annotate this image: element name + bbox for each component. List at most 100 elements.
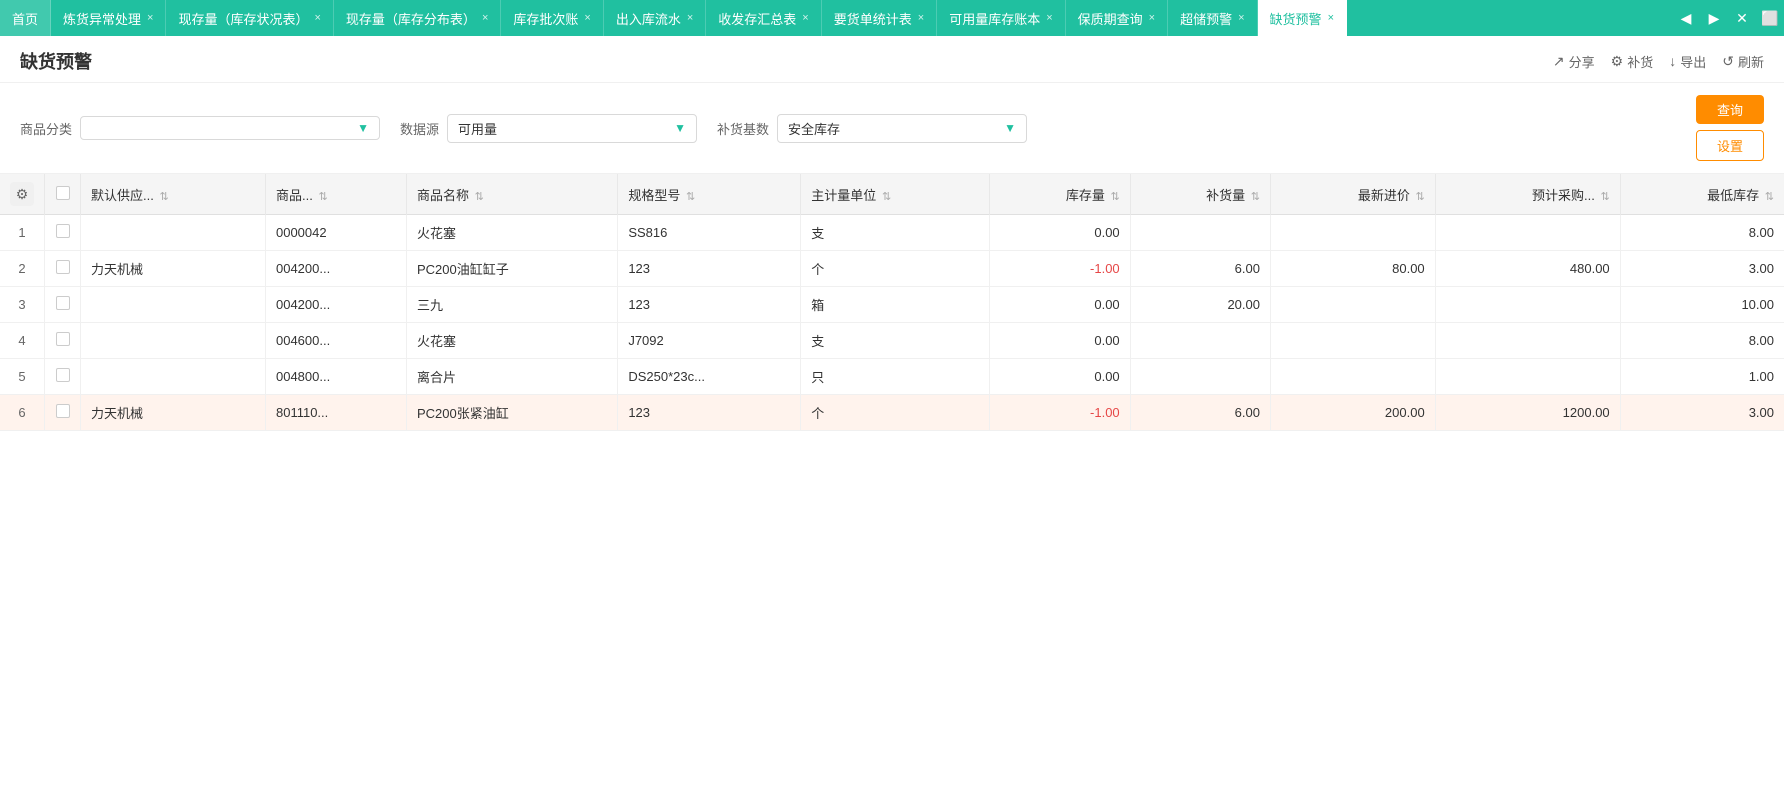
page-header: 缺货预警 ↗ 分享 ⚙ 补货 ↓ 导出 ↺ 刷新 bbox=[0, 36, 1784, 83]
row-replenish bbox=[1130, 323, 1270, 359]
setting-button[interactable]: 设置 bbox=[1696, 130, 1764, 161]
col-forecast-header[interactable]: 预计采购... ⇅ bbox=[1435, 174, 1620, 215]
tab-stock-status[interactable]: 现存量（库存状况表） × bbox=[166, 0, 333, 36]
row-goods-code: 004200... bbox=[265, 251, 406, 287]
row-unit: 箱 bbox=[801, 287, 990, 323]
goods-code-sort-icon: ⇅ bbox=[318, 191, 327, 203]
table-row: 5 004800... 离合片 DS250*23c... 只 0.00 1.00 bbox=[0, 359, 1784, 395]
row-replenish: 6.00 bbox=[1130, 395, 1270, 431]
filter-category-select[interactable]: ▼ bbox=[80, 116, 380, 140]
row-goods-code: 801110... bbox=[265, 395, 406, 431]
table-row: 6 力天机械 801110... PC200张紧油缸 123 个 -1.00 6… bbox=[0, 395, 1784, 431]
tab-exception-close[interactable]: × bbox=[147, 12, 153, 24]
tab-available[interactable]: 可用量库存账本 × bbox=[937, 0, 1065, 36]
row-latest-price bbox=[1270, 323, 1435, 359]
forecast-sort-icon: ⇅ bbox=[1600, 191, 1609, 203]
tab-home[interactable]: 首页 bbox=[0, 0, 51, 36]
tab-receive-send-close[interactable]: × bbox=[802, 12, 808, 24]
filter-replenish-base-label: 补货基数 bbox=[717, 119, 769, 138]
col-stock-header[interactable]: 库存量 ⇅ bbox=[990, 174, 1130, 215]
col-goods-code-header[interactable]: 商品... ⇅ bbox=[265, 174, 406, 215]
row-forecast-purchase bbox=[1435, 287, 1620, 323]
row-stock: 0.00 bbox=[990, 359, 1130, 395]
col-latest-price-header[interactable]: 最新进价 ⇅ bbox=[1270, 174, 1435, 215]
tab-exception[interactable]: 炼货异常处理 × bbox=[51, 0, 166, 36]
filter-category: 商品分类 ▼ bbox=[20, 116, 380, 140]
tab-overstock-close[interactable]: × bbox=[1238, 12, 1244, 24]
row-checkbox[interactable] bbox=[56, 332, 70, 346]
tab-maximize-btn[interactable]: ⬜ bbox=[1756, 0, 1784, 36]
row-replenish: 6.00 bbox=[1130, 251, 1270, 287]
col-min-stock-header[interactable]: 最低库存 ⇅ bbox=[1620, 174, 1784, 215]
col-replenish-header[interactable]: 补货量 ⇅ bbox=[1130, 174, 1270, 215]
row-min-stock: 3.00 bbox=[1620, 395, 1784, 431]
table-row: 4 004600... 火花塞 J7092 支 0.00 8.00 bbox=[0, 323, 1784, 359]
tab-inout[interactable]: 出入库流水 × bbox=[604, 0, 706, 36]
col-unit-header[interactable]: 主计量单位 ⇅ bbox=[801, 174, 990, 215]
share-icon: ↗ bbox=[1553, 53, 1565, 70]
tab-prev-btn[interactable]: ◀ bbox=[1672, 0, 1700, 36]
row-index: 1 bbox=[0, 215, 45, 251]
row-checkbox[interactable] bbox=[56, 296, 70, 310]
refresh-icon: ↺ bbox=[1722, 53, 1734, 70]
row-min-stock: 1.00 bbox=[1620, 359, 1784, 395]
tab-next-btn[interactable]: ▶ bbox=[1700, 0, 1728, 36]
row-min-stock: 10.00 bbox=[1620, 287, 1784, 323]
row-checkbox[interactable] bbox=[56, 260, 70, 274]
tab-demand-close[interactable]: × bbox=[918, 12, 924, 24]
tab-stock-status-close[interactable]: × bbox=[314, 12, 320, 24]
row-checkbox-cell[interactable] bbox=[45, 287, 81, 323]
row-unit: 支 bbox=[801, 215, 990, 251]
row-checkbox[interactable] bbox=[56, 224, 70, 238]
min-stock-sort-icon: ⇅ bbox=[1765, 191, 1774, 203]
row-checkbox[interactable] bbox=[56, 404, 70, 418]
row-goods-name: 三九 bbox=[406, 287, 617, 323]
tab-demand[interactable]: 要货单统计表 × bbox=[822, 0, 937, 36]
tab-batch-close[interactable]: × bbox=[584, 12, 590, 24]
filter-actions: 查询 设置 bbox=[1696, 95, 1764, 161]
select-all-checkbox[interactable] bbox=[56, 186, 70, 200]
gear-settings-icon[interactable]: ⚙ bbox=[10, 182, 34, 206]
tab-stock-dist-close[interactable]: × bbox=[482, 12, 488, 24]
replenish-button[interactable]: ⚙ 补货 bbox=[1611, 52, 1654, 71]
row-spec: SS816 bbox=[618, 215, 801, 251]
row-index: 4 bbox=[0, 323, 45, 359]
row-checkbox-cell[interactable] bbox=[45, 359, 81, 395]
row-goods-name: 火花塞 bbox=[406, 323, 617, 359]
col-goods-name-header[interactable]: 商品名称 ⇅ bbox=[406, 174, 617, 215]
tab-inout-close[interactable]: × bbox=[687, 12, 693, 24]
tab-expire[interactable]: 保质期查询 × bbox=[1066, 0, 1168, 36]
filter-datasource-arrow-icon: ▼ bbox=[674, 121, 686, 135]
row-checkbox-cell[interactable] bbox=[45, 251, 81, 287]
row-checkbox[interactable] bbox=[56, 368, 70, 382]
row-checkbox-cell[interactable] bbox=[45, 323, 81, 359]
refresh-button[interactable]: ↺ 刷新 bbox=[1722, 52, 1764, 71]
tab-stock-dist[interactable]: 现存量（库存分布表） × bbox=[334, 0, 501, 36]
tab-expire-close[interactable]: × bbox=[1149, 12, 1155, 24]
tab-overstock[interactable]: 超储预警 × bbox=[1168, 0, 1257, 36]
filter-datasource-select[interactable]: 可用量 ▼ bbox=[447, 114, 697, 143]
row-spec: DS250*23c... bbox=[618, 359, 801, 395]
tab-receive-send[interactable]: 收发存汇总表 × bbox=[706, 0, 821, 36]
export-button[interactable]: ↓ 导出 bbox=[1669, 52, 1706, 71]
share-button[interactable]: ↗ 分享 bbox=[1553, 52, 1595, 71]
tab-shortage-close[interactable]: × bbox=[1328, 12, 1334, 24]
row-spec: J7092 bbox=[618, 323, 801, 359]
filter-bar: 商品分类 ▼ 数据源 可用量 ▼ 补货基数 安全库存 ▼ 查询 设置 bbox=[0, 83, 1784, 174]
row-forecast-purchase: 480.00 bbox=[1435, 251, 1620, 287]
col-spec-header[interactable]: 规格型号 ⇅ bbox=[618, 174, 801, 215]
tab-available-close[interactable]: × bbox=[1046, 12, 1052, 24]
row-goods-name: PC200张紧油缸 bbox=[406, 395, 617, 431]
col-gear-header[interactable]: ⚙ bbox=[0, 174, 45, 215]
query-button[interactable]: 查询 bbox=[1696, 95, 1764, 124]
row-checkbox-cell[interactable] bbox=[45, 395, 81, 431]
row-goods-code: 004600... bbox=[265, 323, 406, 359]
col-supplier-header[interactable]: 默认供应... ⇅ bbox=[81, 174, 266, 215]
row-checkbox-cell[interactable] bbox=[45, 215, 81, 251]
row-goods-name: 火花塞 bbox=[406, 215, 617, 251]
tab-close-all-btn[interactable]: ✕ bbox=[1728, 0, 1756, 36]
tab-batch[interactable]: 库存批次账 × bbox=[501, 0, 603, 36]
col-checkbox-header[interactable] bbox=[45, 174, 81, 215]
filter-replenish-base-select[interactable]: 安全库存 ▼ bbox=[777, 114, 1027, 143]
tab-shortage[interactable]: 缺货预警 × bbox=[1258, 0, 1347, 36]
